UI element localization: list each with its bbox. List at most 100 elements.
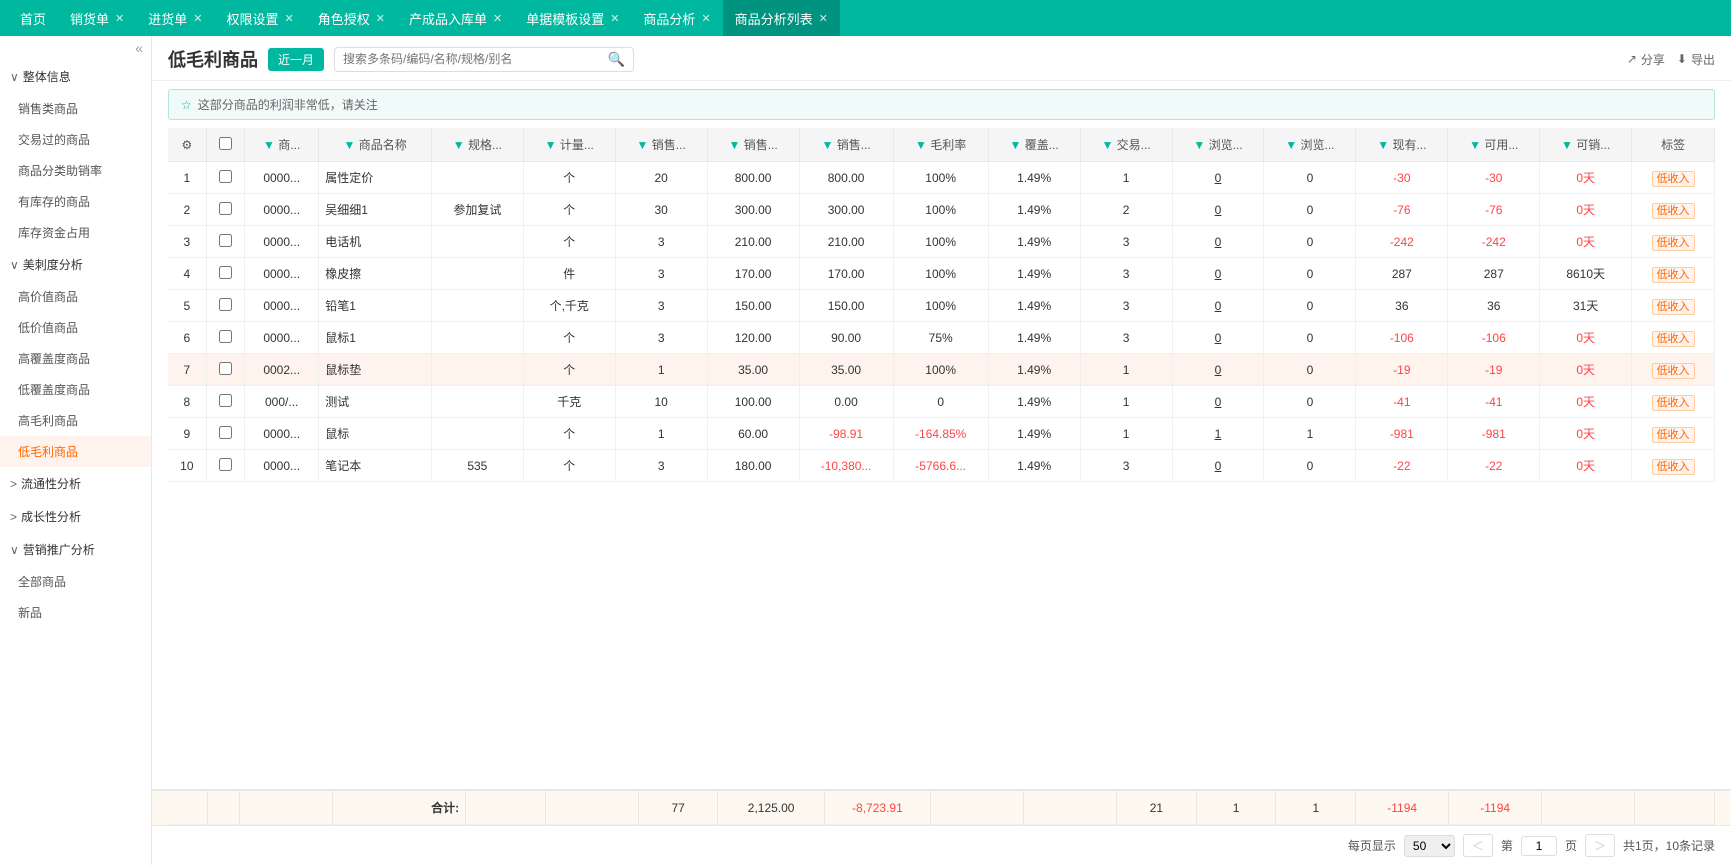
row-checkbox[interactable] bbox=[206, 194, 244, 226]
row-name[interactable]: 鼠标1 bbox=[319, 322, 432, 354]
sidebar-item-high-margin[interactable]: 高毛利商品 bbox=[0, 405, 151, 436]
close-icon[interactable]: ✕ bbox=[610, 12, 619, 25]
close-icon[interactable]: ✕ bbox=[493, 12, 502, 25]
sidebar-section-marketing[interactable]: ∨ 营销推广分析 bbox=[0, 533, 151, 566]
sidebar-item-traded-products[interactable]: 交易过的商品 bbox=[0, 124, 151, 155]
row-select-checkbox[interactable] bbox=[219, 266, 232, 279]
row-select-checkbox[interactable] bbox=[219, 298, 232, 311]
col-checkbox[interactable] bbox=[206, 128, 244, 162]
row-select-checkbox[interactable] bbox=[219, 426, 232, 439]
sidebar-item-low-value[interactable]: 低价值商品 bbox=[0, 312, 151, 343]
row-name[interactable]: 铅笔1 bbox=[319, 290, 432, 322]
sidebar-section-overall[interactable]: ∨ 整体信息 bbox=[0, 60, 151, 93]
nav-home[interactable]: 首页 bbox=[8, 0, 58, 36]
row-name[interactable]: 测试 bbox=[319, 386, 432, 418]
row-checkbox[interactable] bbox=[206, 418, 244, 450]
row-select-checkbox[interactable] bbox=[219, 202, 232, 215]
row-browse1[interactable]: 0 bbox=[1172, 450, 1264, 482]
row-checkbox[interactable] bbox=[206, 258, 244, 290]
close-icon[interactable]: ✕ bbox=[819, 12, 828, 25]
row-select-checkbox[interactable] bbox=[219, 394, 232, 407]
sidebar-item-high-value[interactable]: 高价值商品 bbox=[0, 281, 151, 312]
col-current-stock[interactable]: ▼ 现有... bbox=[1356, 128, 1448, 162]
col-sales-price[interactable]: ▼ 销售... bbox=[707, 128, 799, 162]
col-unit[interactable]: ▼ 计量... bbox=[523, 128, 615, 162]
sidebar-item-stocked-products[interactable]: 有库存的商品 bbox=[0, 186, 151, 217]
row-name[interactable]: 属性定价 bbox=[319, 162, 432, 194]
row-checkbox[interactable] bbox=[206, 354, 244, 386]
sidebar-section-beauty[interactable]: ∨ 美刺度分析 bbox=[0, 248, 151, 281]
close-icon[interactable]: ✕ bbox=[285, 12, 294, 25]
nav-product-analysis[interactable]: 商品分析 ✕ bbox=[631, 0, 722, 36]
col-sales-qty[interactable]: ▼ 销售... bbox=[615, 128, 707, 162]
row-name[interactable]: 电话机 bbox=[319, 226, 432, 258]
col-tag[interactable]: 标签 bbox=[1632, 128, 1715, 162]
row-select-checkbox[interactable] bbox=[219, 458, 232, 471]
sidebar-item-sales-products[interactable]: 销售类商品 bbox=[0, 93, 151, 124]
page-size-select[interactable]: 50 100 200 bbox=[1404, 835, 1455, 857]
col-spec[interactable]: ▼ 规格... bbox=[431, 128, 523, 162]
next-page-button[interactable]: ＞ bbox=[1585, 834, 1615, 857]
col-name[interactable]: ▼ 商品名称 bbox=[319, 128, 432, 162]
nav-product-entry[interactable]: 产成品入库单 ✕ bbox=[397, 0, 514, 36]
row-name[interactable]: 橡皮擦 bbox=[319, 258, 432, 290]
col-coverage[interactable]: ▼ 覆盖... bbox=[988, 128, 1080, 162]
nav-template-settings[interactable]: 单据模板设置 ✕ bbox=[514, 0, 631, 36]
search-icon[interactable]: 🔍 bbox=[608, 51, 625, 68]
row-browse1[interactable]: 0 bbox=[1172, 290, 1264, 322]
close-icon[interactable]: ✕ bbox=[115, 12, 124, 25]
page-input[interactable] bbox=[1521, 836, 1557, 856]
row-browse1[interactable]: 0 bbox=[1172, 354, 1264, 386]
sidebar-item-low-margin[interactable]: 低毛利商品 bbox=[0, 436, 151, 467]
sidebar-item-low-coverage[interactable]: 低覆盖度商品 bbox=[0, 374, 151, 405]
nav-role-auth[interactable]: 角色授权 ✕ bbox=[306, 0, 397, 36]
sidebar-item-inventory-capital[interactable]: 库存资金占用 bbox=[0, 217, 151, 248]
row-checkbox[interactable] bbox=[206, 162, 244, 194]
sidebar-section-growth[interactable]: > 成长性分析 bbox=[0, 500, 151, 533]
collapse-icon[interactable]: « bbox=[135, 40, 143, 56]
row-name[interactable]: 鼠标垫 bbox=[319, 354, 432, 386]
row-browse1[interactable]: 0 bbox=[1172, 322, 1264, 354]
row-checkbox[interactable] bbox=[206, 226, 244, 258]
time-filter-button[interactable]: 近一月 bbox=[268, 48, 324, 71]
row-checkbox[interactable] bbox=[206, 290, 244, 322]
row-checkbox[interactable] bbox=[206, 450, 244, 482]
col-settings[interactable]: ⚙ bbox=[168, 128, 206, 162]
search-input[interactable] bbox=[343, 52, 608, 66]
row-browse1[interactable]: 0 bbox=[1172, 386, 1264, 418]
row-select-checkbox[interactable] bbox=[219, 170, 232, 183]
row-name[interactable]: 吴细细1 bbox=[319, 194, 432, 226]
col-browse2[interactable]: ▼ 浏览... bbox=[1264, 128, 1356, 162]
close-icon[interactable]: ✕ bbox=[376, 12, 385, 25]
row-checkbox[interactable] bbox=[206, 322, 244, 354]
sidebar-item-all-products[interactable]: 全部商品 bbox=[0, 566, 151, 597]
col-code[interactable]: ▼ 商... bbox=[245, 128, 319, 162]
select-all-checkbox[interactable] bbox=[219, 137, 232, 150]
nav-permissions[interactable]: 权限设置 ✕ bbox=[214, 0, 305, 36]
col-browse1[interactable]: ▼ 浏览... bbox=[1172, 128, 1264, 162]
sidebar-collapse-btn[interactable]: « bbox=[0, 36, 151, 60]
row-browse1[interactable]: 1 bbox=[1172, 418, 1264, 450]
row-name[interactable]: 鼠标 bbox=[319, 418, 432, 450]
row-select-checkbox[interactable] bbox=[219, 362, 232, 375]
nav-sales-order[interactable]: 销货单 ✕ bbox=[58, 0, 136, 36]
sidebar-item-high-coverage[interactable]: 高覆盖度商品 bbox=[0, 343, 151, 374]
row-select-checkbox[interactable] bbox=[219, 234, 232, 247]
row-select-checkbox[interactable] bbox=[219, 330, 232, 343]
col-sellable[interactable]: ▼ 可销... bbox=[1540, 128, 1632, 162]
col-gross-rate[interactable]: ▼ 毛利率 bbox=[893, 128, 988, 162]
sidebar-item-category-rate[interactable]: 商品分类助销率 bbox=[0, 155, 151, 186]
row-checkbox[interactable] bbox=[206, 386, 244, 418]
col-trade[interactable]: ▼ 交易... bbox=[1080, 128, 1172, 162]
row-name[interactable]: 笔记本 bbox=[319, 450, 432, 482]
row-browse1[interactable]: 0 bbox=[1172, 194, 1264, 226]
nav-purchase-order[interactable]: 进货单 ✕ bbox=[136, 0, 214, 36]
close-icon[interactable]: ✕ bbox=[193, 12, 202, 25]
row-browse1[interactable]: 0 bbox=[1172, 162, 1264, 194]
col-usable[interactable]: ▼ 可用... bbox=[1448, 128, 1540, 162]
sidebar-item-new-products[interactable]: 新品 bbox=[0, 597, 151, 628]
col-sales-profit[interactable]: ▼ 销售... bbox=[799, 128, 893, 162]
nav-product-analysis-list[interactable]: 商品分析列表 ✕ bbox=[723, 0, 840, 36]
export-button[interactable]: ⬇ 导出 bbox=[1677, 51, 1715, 68]
prev-page-button[interactable]: ＜ bbox=[1463, 834, 1493, 857]
